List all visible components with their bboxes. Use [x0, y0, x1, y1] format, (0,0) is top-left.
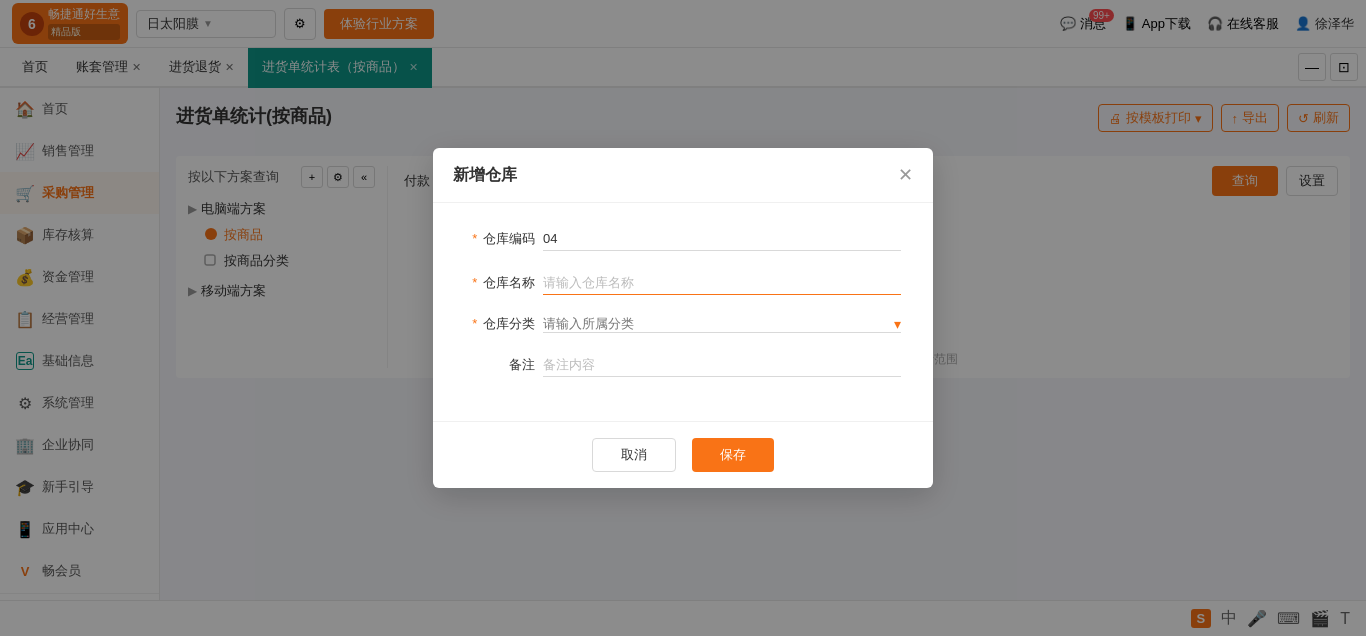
name-label: * 仓库名称	[465, 274, 535, 292]
remark-label: 备注	[465, 356, 535, 374]
modal-title: 新增仓库	[453, 165, 517, 186]
category-form-row: * 仓库分类 ▾	[465, 315, 901, 333]
category-label: * 仓库分类	[465, 315, 535, 333]
modal-footer: 取消 保存	[433, 421, 933, 488]
modal-close-button[interactable]: ✕	[898, 164, 913, 186]
add-warehouse-modal: 新增仓库 ✕ * 仓库编码 * 仓库名称	[433, 148, 933, 488]
category-input[interactable]	[543, 316, 894, 331]
code-input[interactable]	[543, 227, 901, 251]
required-star-category: *	[472, 316, 477, 331]
modal-body: * 仓库编码 * 仓库名称 * 仓库分类	[433, 203, 933, 421]
code-form-row: * 仓库编码	[465, 227, 901, 251]
remark-form-row: 备注	[465, 353, 901, 377]
category-dropdown-icon: ▾	[894, 316, 901, 332]
modal-header: 新增仓库 ✕	[433, 148, 933, 203]
category-select-wrap[interactable]: ▾	[543, 316, 901, 333]
save-button[interactable]: 保存	[692, 438, 774, 472]
remark-input[interactable]	[543, 353, 901, 377]
required-star-name: *	[472, 275, 477, 290]
cancel-button[interactable]: 取消	[592, 438, 676, 472]
required-star-code: *	[472, 231, 477, 246]
name-input[interactable]	[543, 271, 901, 295]
code-label: * 仓库编码	[465, 230, 535, 248]
name-form-row: * 仓库名称	[465, 271, 901, 295]
modal-overlay[interactable]: 新增仓库 ✕ * 仓库编码 * 仓库名称	[0, 0, 1366, 636]
